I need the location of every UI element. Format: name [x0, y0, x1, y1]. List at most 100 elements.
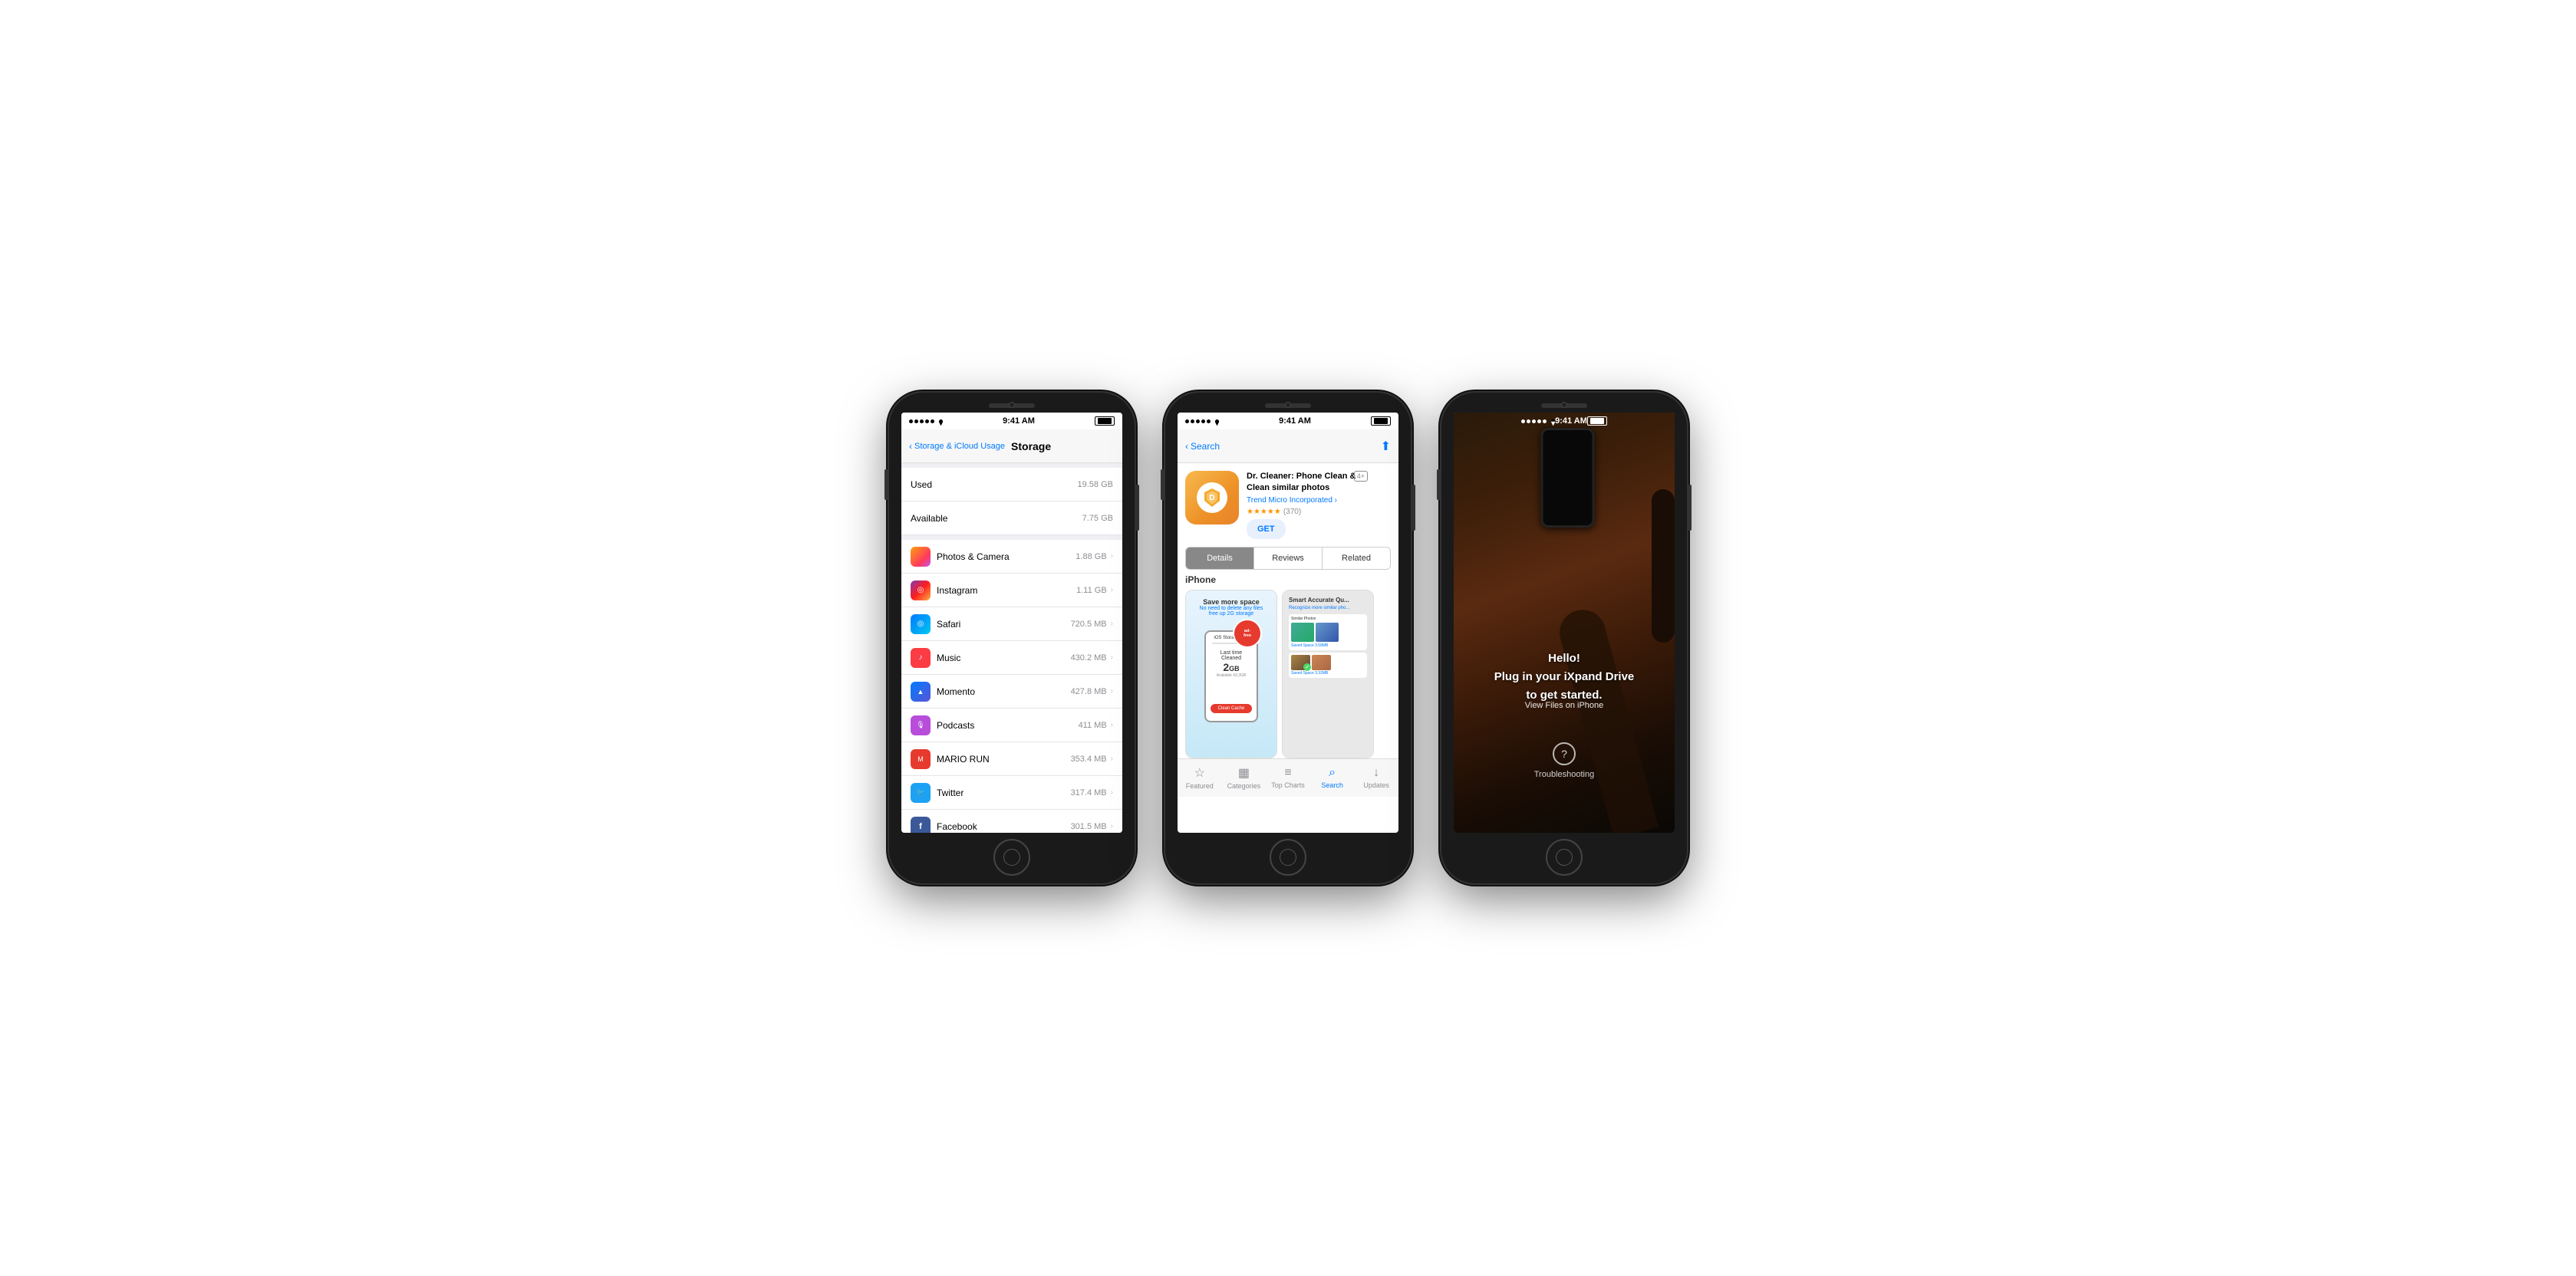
chevron-right-icon: › — [1111, 687, 1113, 696]
tab-search[interactable]: ⌕ Search — [1310, 766, 1355, 789]
used-row: Used 19.58 GB — [901, 468, 1122, 502]
share-button[interactable]: ⬆ — [1381, 439, 1391, 454]
screenshot-1: Save more space No need to delete any fi… — [1185, 590, 1277, 758]
tab-updates[interactable]: ↓ Updates — [1354, 766, 1398, 789]
app-name: Music — [937, 653, 1071, 663]
tab-search-label: Search — [1321, 781, 1343, 789]
list-item[interactable]: 🎙 Podcasts 411 MB › — [901, 709, 1122, 742]
top-charts-icon: ≡ — [1284, 766, 1291, 780]
adfree-badge: ad-free — [1233, 619, 1262, 648]
list-item[interactable]: M MARIO RUN 353.4 MB › — [901, 742, 1122, 776]
list-item[interactable]: ▲ Momento 427.8 MB › — [901, 675, 1122, 709]
tab-top-charts[interactable]: ≡ Top Charts — [1266, 766, 1310, 789]
battery-fill — [1590, 418, 1604, 424]
battery-area — [1371, 416, 1391, 426]
app-size: 720.5 MB — [1071, 620, 1107, 629]
signal-indicator: ▾ — [1521, 419, 1555, 423]
troubleshoot-label[interactable]: Troubleshooting — [1534, 770, 1594, 779]
categories-icon: ▦ — [1238, 765, 1250, 781]
scene: ▾ 9:41 AM ‹ Storage & iCloud Usage Stora… — [858, 362, 1718, 914]
available-label: Available — [911, 513, 1082, 524]
list-item[interactable]: ◎ Instagram 1.11 GB › — [901, 574, 1122, 607]
status-time: 9:41 AM — [1555, 416, 1587, 426]
status-bar-settings: ▾ 9:41 AM — [901, 413, 1122, 429]
screenshot-title-1: Save more space — [1203, 598, 1260, 606]
back-button[interactable]: ‹ Search — [1185, 441, 1381, 452]
rating-count: (370) — [1283, 508, 1301, 516]
app-name: Instagram — [937, 585, 1076, 596]
help-circle-icon[interactable]: ? — [1553, 742, 1576, 765]
settings-nav: ‹ Storage & iCloud Usage Storage — [901, 429, 1122, 463]
saved-space-mock: ✓ Saved Space 3.32MB — [1289, 653, 1367, 678]
photos-icon — [911, 547, 931, 567]
segment-details[interactable]: Details — [1186, 548, 1254, 569]
app-info: 4+ Dr. Cleaner: Phone Clean &Clean simil… — [1247, 471, 1391, 539]
hello-text-area: Hello!Plug in your iXpand Driveto get st… — [1494, 650, 1635, 705]
shield-logo-icon: D — [1201, 487, 1223, 508]
available-value: 7.75 GB — [1082, 514, 1113, 523]
screenshot-content-2: Smart Accurate Qu... Recognize more simi… — [1283, 590, 1373, 758]
get-button[interactable]: GET — [1247, 519, 1286, 539]
platform-label: iPhone — [1178, 570, 1398, 590]
app-size: 411 MB — [1079, 721, 1107, 730]
home-button[interactable] — [993, 839, 1030, 876]
battery-icon — [1371, 416, 1391, 426]
chevron-right-icon: › — [1111, 620, 1113, 628]
last-cleaned: Last time Cleaned — [1210, 650, 1253, 661]
screenshot-content-1: Save more space No need to delete any fi… — [1186, 590, 1276, 758]
used-label: Used — [911, 479, 1078, 490]
screenshot-2: Smart Accurate Qu... Recognize more simi… — [1282, 590, 1374, 758]
podcasts-icon: 🎙 — [911, 715, 931, 735]
list-item[interactable]: Photos & Camera 1.88 GB › — [901, 540, 1122, 574]
battery-area — [1587, 416, 1607, 426]
back-label: Storage & iCloud Usage — [914, 442, 1005, 451]
screenshot-title-2: Smart Accurate Qu... — [1289, 597, 1367, 603]
list-item[interactable]: ♪ Music 430.2 MB › — [901, 641, 1122, 675]
clean-cache-button: Clean Cache — [1211, 704, 1253, 713]
chevron-right-icon: › — [1111, 586, 1113, 594]
tab-featured[interactable]: ☆ Featured — [1178, 765, 1222, 790]
camera-notch — [1009, 402, 1015, 408]
tab-bar: ☆ Featured ▦ Categories ≡ Top Charts ⌕ S… — [1178, 758, 1398, 797]
status-bar-appstore: ▾ 9:41 AM — [1178, 413, 1398, 429]
segment-related[interactable]: Related — [1323, 548, 1390, 569]
wifi-icon: ▾ — [939, 419, 943, 423]
chevron-left-icon: ‹ — [909, 441, 912, 452]
list-item[interactable]: 🐦 Twitter 317.4 MB › — [901, 776, 1122, 810]
appstore-nav: ‹ Search ⬆ — [1178, 429, 1398, 463]
twitter-icon: 🐦 — [911, 783, 931, 803]
stars-icon: ★★★★★ — [1247, 508, 1281, 516]
screenshot-subtitle-2: Recognize more similar pho... — [1289, 606, 1367, 610]
home-button[interactable] — [1546, 839, 1583, 876]
status-time: 9:41 AM — [1003, 416, 1035, 426]
chevron-right-icon: › — [1111, 653, 1113, 662]
app-list: Photos & Camera 1.88 GB › ◎ Instagram 1.… — [901, 540, 1122, 833]
app-icon-large: D — [1185, 471, 1239, 525]
home-button[interactable] — [1270, 839, 1306, 876]
list-item[interactable]: f Facebook 301.5 MB › — [901, 810, 1122, 833]
app-size: 353.4 MB — [1071, 755, 1107, 764]
photo-grid-mock: Similar Photos Saved Space 3.58MB — [1289, 614, 1367, 650]
view-files-label[interactable]: View Files on iPhone — [1525, 701, 1604, 710]
back-button[interactable]: ‹ Storage & iCloud Usage — [909, 441, 1005, 452]
svg-text:D: D — [1209, 494, 1214, 502]
app-name: Podcasts — [937, 720, 1079, 731]
app-developer: Trend Micro Incorporated › — [1247, 496, 1391, 505]
app-name: Momento — [937, 686, 1071, 697]
app-name: Photos & Camera — [937, 551, 1076, 562]
app-header: D 4+ Dr. Cleaner: Phone Clean &Clean sim… — [1178, 463, 1398, 547]
status-bar-ixpand: ▾ 9:41 AM — [1514, 413, 1615, 429]
status-time: 9:41 AM — [1279, 416, 1311, 426]
available-row: Available 7.75 GB — [901, 502, 1122, 535]
facebook-icon: f — [911, 817, 931, 834]
app-size: 427.8 MB — [1071, 687, 1107, 696]
music-icon: ♪ — [911, 648, 931, 668]
tab-categories[interactable]: ▦ Categories — [1222, 765, 1267, 790]
chevron-right-icon: › — [1111, 755, 1113, 763]
segment-control: Details Reviews Related — [1185, 547, 1391, 570]
list-item[interactable]: ◎ Safari 720.5 MB › — [901, 607, 1122, 641]
app-name: Twitter — [937, 788, 1071, 798]
camera-notch — [1285, 402, 1291, 408]
segment-reviews[interactable]: Reviews — [1254, 548, 1323, 569]
hand-finger-2 — [1652, 489, 1675, 643]
